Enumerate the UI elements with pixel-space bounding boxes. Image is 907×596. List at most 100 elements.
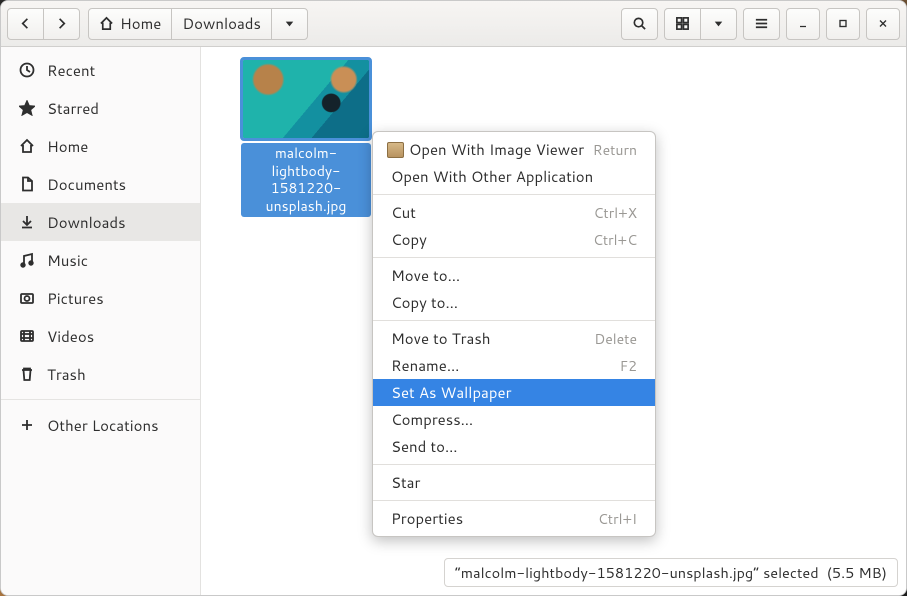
back-button[interactable] bbox=[7, 8, 44, 40]
sidebar-item-label: Trash bbox=[47, 364, 86, 385]
sidebar: Recent Starred Home Documents Downloads … bbox=[1, 47, 201, 595]
star-icon bbox=[19, 100, 35, 116]
sidebar-separator bbox=[1, 399, 200, 400]
context-menu: Open With Image Viewer Return Open With … bbox=[372, 131, 656, 537]
download-icon bbox=[19, 214, 35, 230]
file-manager-window: Home Downloads bbox=[0, 0, 907, 596]
minimize-icon bbox=[797, 16, 809, 31]
status-bar: “malcolm-lightbody-1581220-unsplash.jpg”… bbox=[444, 558, 898, 587]
close-button[interactable] bbox=[866, 8, 900, 40]
menu-cut[interactable]: Cut Ctrl+X bbox=[373, 199, 655, 226]
menu-open-with-default[interactable]: Open With Image Viewer Return bbox=[373, 136, 655, 163]
menu-separator bbox=[373, 500, 655, 501]
file-name-label: malcolm-lightbody-1581220-unsplash.jpg bbox=[241, 143, 371, 217]
menu-open-with-other[interactable]: Open With Other Application bbox=[373, 163, 655, 190]
sidebar-item-label: Recent bbox=[47, 60, 95, 81]
view-mode-button[interactable] bbox=[664, 8, 701, 40]
menu-item-accel: Return bbox=[593, 140, 637, 160]
minimize-button[interactable] bbox=[786, 8, 820, 40]
status-text: “malcolm-lightbody-1581220-unsplash.jpg”… bbox=[455, 562, 819, 583]
sidebar-item-pictures[interactable]: Pictures bbox=[1, 279, 200, 317]
menu-item-label: Cut bbox=[391, 202, 416, 223]
path-home[interactable]: Home bbox=[88, 8, 172, 40]
menu-item-label: Copy bbox=[391, 229, 427, 250]
file-thumbnail bbox=[242, 59, 370, 139]
view-options-button[interactable] bbox=[700, 8, 737, 40]
menu-separator bbox=[373, 320, 655, 321]
path-menu-button[interactable] bbox=[271, 8, 308, 40]
menu-item-label: Compress… bbox=[391, 409, 473, 430]
sidebar-item-label: Pictures bbox=[47, 288, 104, 309]
maximize-button[interactable] bbox=[826, 8, 860, 40]
menu-item-label: Move to Trash bbox=[391, 328, 491, 349]
clock-icon bbox=[19, 62, 35, 78]
sidebar-item-music[interactable]: Music bbox=[1, 241, 200, 279]
music-icon bbox=[19, 252, 35, 268]
sidebar-item-starred[interactable]: Starred bbox=[1, 89, 200, 127]
menu-item-accel: Ctrl+X bbox=[594, 203, 637, 223]
triangle-down-icon bbox=[282, 16, 297, 31]
sidebar-item-label: Starred bbox=[47, 98, 99, 119]
menu-move-to[interactable]: Move to… bbox=[373, 262, 655, 289]
document-icon bbox=[19, 176, 35, 192]
menu-item-label: Send to… bbox=[391, 436, 458, 457]
file-item[interactable]: malcolm-lightbody-1581220-unsplash.jpg bbox=[241, 59, 371, 217]
sidebar-item-label: Downloads bbox=[47, 212, 126, 233]
menu-set-as-wallpaper[interactable]: Set As Wallpaper bbox=[373, 379, 655, 406]
nav-buttons bbox=[7, 8, 80, 40]
sidebar-item-documents[interactable]: Documents bbox=[1, 165, 200, 203]
sidebar-item-label: Videos bbox=[47, 326, 94, 347]
hamburger-icon bbox=[754, 16, 769, 31]
menu-separator bbox=[373, 464, 655, 465]
menu-copy[interactable]: Copy Ctrl+C bbox=[373, 226, 655, 253]
sidebar-item-label: Home bbox=[47, 136, 88, 157]
videos-icon bbox=[19, 328, 35, 344]
search-icon bbox=[632, 16, 647, 31]
status-size: (5.5 MB) bbox=[827, 562, 887, 583]
sidebar-item-home[interactable]: Home bbox=[1, 127, 200, 165]
titlebar: Home Downloads bbox=[1, 1, 906, 47]
menu-item-accel: Delete bbox=[594, 329, 637, 349]
sidebar-item-recent[interactable]: Recent bbox=[1, 51, 200, 89]
menu-item-accel: Ctrl+I bbox=[598, 509, 637, 529]
trash-icon bbox=[19, 366, 35, 382]
path-bar: Home Downloads bbox=[88, 8, 308, 40]
icon-view-icon bbox=[675, 16, 690, 31]
menu-rename[interactable]: Rename… F2 bbox=[373, 352, 655, 379]
menu-item-label: Open With Other Application bbox=[391, 166, 593, 187]
plus-icon bbox=[19, 417, 35, 433]
maximize-icon bbox=[837, 16, 849, 31]
menu-compress[interactable]: Compress… bbox=[373, 406, 655, 433]
hamburger-menu-button[interactable] bbox=[743, 8, 780, 40]
menu-star[interactable]: Star bbox=[373, 469, 655, 496]
menu-move-to-trash[interactable]: Move to Trash Delete bbox=[373, 325, 655, 352]
menu-item-label: Open With Image Viewer bbox=[409, 139, 584, 160]
triangle-down-icon bbox=[711, 16, 726, 31]
menu-item-accel: Ctrl+C bbox=[593, 230, 637, 250]
menu-separator bbox=[373, 257, 655, 258]
menu-copy-to[interactable]: Copy to… bbox=[373, 289, 655, 316]
pictures-icon bbox=[19, 290, 35, 306]
menu-item-label: Move to… bbox=[391, 265, 460, 286]
search-button[interactable] bbox=[621, 8, 658, 40]
menu-item-label: Copy to… bbox=[391, 292, 458, 313]
sidebar-item-downloads[interactable]: Downloads bbox=[1, 203, 200, 241]
home-icon bbox=[19, 138, 35, 154]
sidebar-item-label: Music bbox=[47, 250, 88, 271]
menu-properties[interactable]: Properties Ctrl+I bbox=[373, 505, 655, 532]
sidebar-item-videos[interactable]: Videos bbox=[1, 317, 200, 355]
path-current[interactable]: Downloads bbox=[171, 8, 272, 40]
sidebar-item-other-locations[interactable]: Other Locations bbox=[1, 406, 200, 444]
close-icon bbox=[877, 16, 889, 31]
view-controls bbox=[664, 8, 737, 40]
menu-separator bbox=[373, 194, 655, 195]
menu-item-accel: F2 bbox=[620, 356, 637, 376]
menu-item-label: Set As Wallpaper bbox=[391, 382, 511, 403]
path-home-label: Home bbox=[120, 13, 161, 34]
forward-button[interactable] bbox=[43, 8, 80, 40]
sidebar-item-trash[interactable]: Trash bbox=[1, 355, 200, 393]
path-current-label: Downloads bbox=[182, 13, 261, 34]
menu-item-label: Star bbox=[391, 472, 420, 493]
menu-send-to[interactable]: Send to… bbox=[373, 433, 655, 460]
chevron-left-icon bbox=[18, 16, 33, 31]
